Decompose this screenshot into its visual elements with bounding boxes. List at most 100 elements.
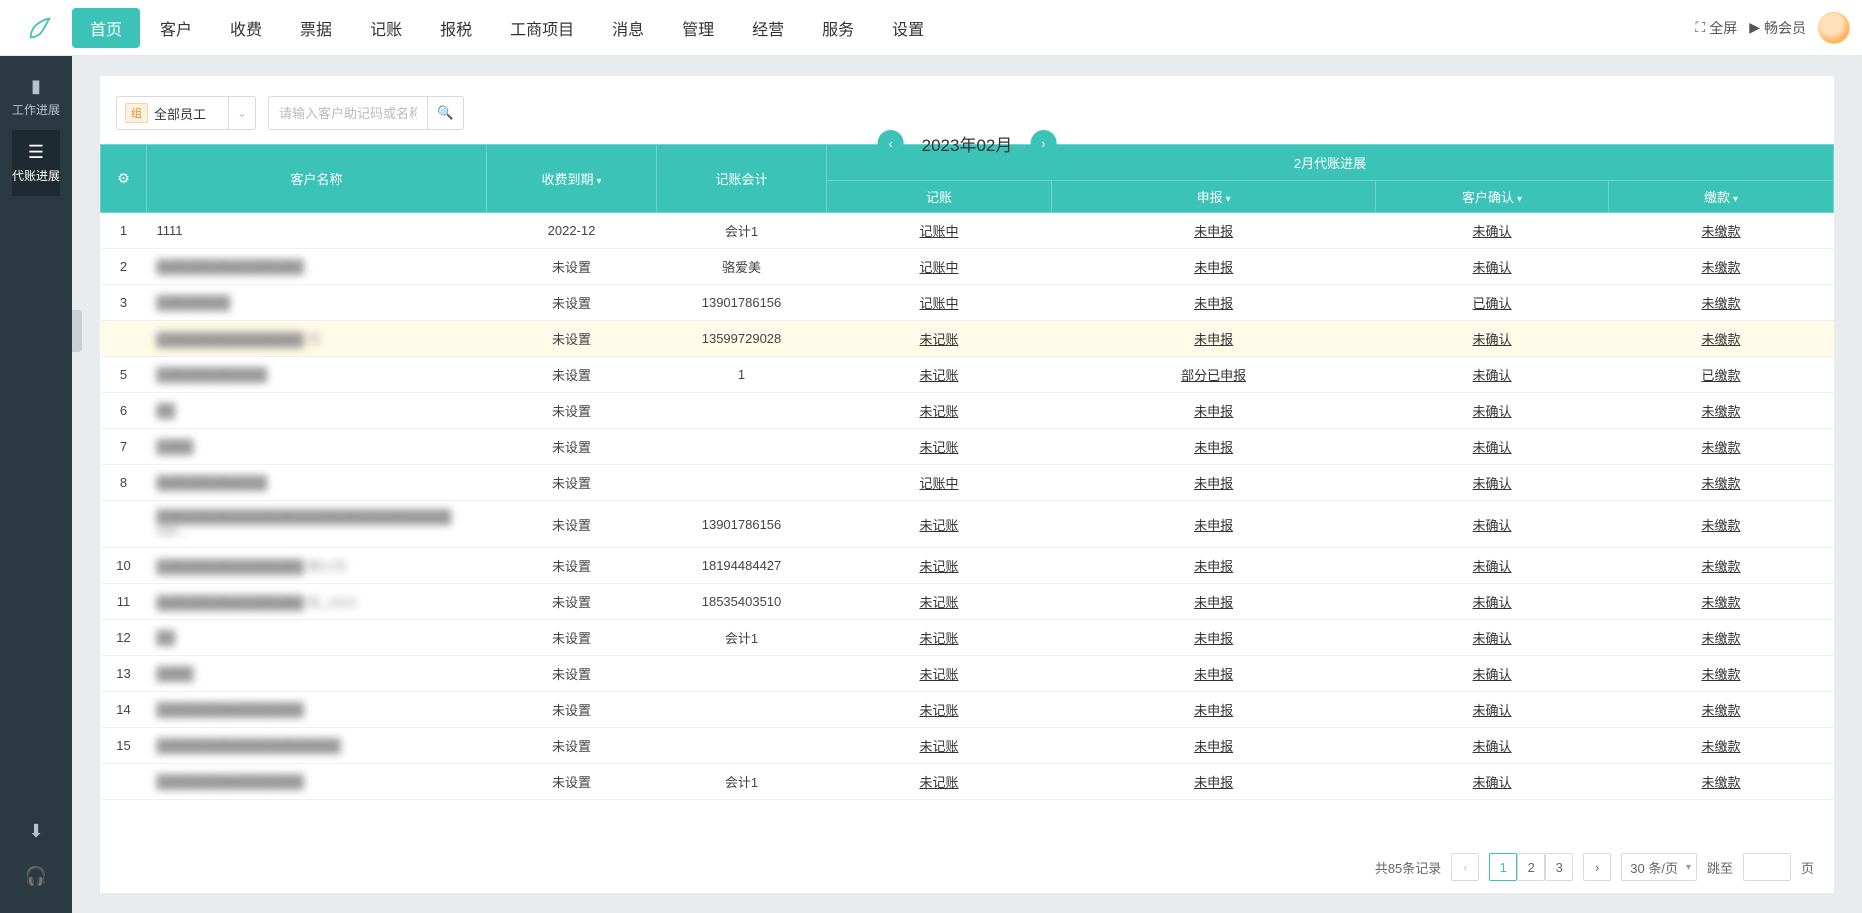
cell-confirm[interactable]: 未确认 <box>1376 249 1609 285</box>
cell-bookkeeping[interactable]: 未记账 <box>827 692 1052 728</box>
cell-bookkeeping[interactable]: 记账中 <box>827 213 1052 249</box>
cell-declare[interactable]: 未申报 <box>1052 548 1376 584</box>
cell-bookkeeping[interactable]: 未记账 <box>827 764 1052 800</box>
nav-item-9[interactable]: 经营 <box>734 8 802 48</box>
col-due[interactable]: 收费到期▾ <box>487 145 657 213</box>
user-avatar[interactable] <box>1818 12 1850 44</box>
cell-bookkeeping[interactable]: 未记账 <box>827 501 1052 548</box>
cell-confirm[interactable]: 未确认 <box>1376 429 1609 465</box>
col-declare[interactable]: 申报▾ <box>1052 181 1376 213</box>
cell-name[interactable]: ████████████████ 司 <box>147 321 487 357</box>
col-payment[interactable]: 缴款▾ <box>1608 181 1833 213</box>
prev-month-button[interactable]: ‹ <box>878 130 904 156</box>
cell-confirm[interactable]: 已确认 <box>1376 285 1609 321</box>
table-row[interactable]: ████████████████ 司未设置13599729028未记账未申报未确… <box>101 321 1834 357</box>
cell-confirm[interactable]: 未确认 <box>1376 620 1609 656</box>
cell-declare[interactable]: 未申报 <box>1052 692 1376 728</box>
cell-name[interactable]: 1111 <box>147 213 487 249</box>
cell-payment[interactable]: 未缴款 <box>1608 584 1833 620</box>
cell-payment[interactable]: 未缴款 <box>1608 692 1833 728</box>
sidebar-item-1[interactable]: ☰代账进展 <box>12 130 60 196</box>
cell-bookkeeping[interactable]: 未记账 <box>827 584 1052 620</box>
table-row[interactable]: 15████████████████████未设置未记账未申报未确认未缴款 <box>101 728 1834 764</box>
cell-name[interactable]: ████████████████████████████████ 085… <box>147 501 487 548</box>
next-month-button[interactable]: › <box>1030 130 1056 156</box>
col-confirm[interactable]: 客户确认▾ <box>1376 181 1609 213</box>
col-accountant[interactable]: 记账会计 <box>657 145 827 213</box>
cell-declare[interactable]: 未申报 <box>1052 501 1376 548</box>
cell-name[interactable]: ████ <box>147 656 487 692</box>
page-number-2[interactable]: 2 <box>1517 853 1545 881</box>
cell-bookkeeping[interactable]: 未记账 <box>827 656 1052 692</box>
cell-payment[interactable]: 未缴款 <box>1608 728 1833 764</box>
nav-item-11[interactable]: 设置 <box>874 8 942 48</box>
table-row[interactable]: 3████████未设置13901786156记账中未申报已确认未缴款 <box>101 285 1834 321</box>
sidebar-item-0[interactable]: ▮工作进展 <box>12 64 60 130</box>
cell-name[interactable]: ████████████████ <box>147 692 487 728</box>
cell-payment[interactable]: 未缴款 <box>1608 656 1833 692</box>
cell-confirm[interactable]: 未确认 <box>1376 357 1609 393</box>
cell-declare[interactable]: 未申报 <box>1052 620 1376 656</box>
table-row[interactable]: ████████████████████████████████ 085…未设置… <box>101 501 1834 548</box>
table-row[interactable]: 14████████████████未设置未记账未申报未确认未缴款 <box>101 692 1834 728</box>
cell-name[interactable]: ████████████████ 校_2022 <box>147 584 487 620</box>
cell-bookkeeping[interactable]: 记账中 <box>827 249 1052 285</box>
page-size-select[interactable]: 30 条/页 <box>1621 853 1697 881</box>
table-row[interactable]: 7████未设置未记账未申报未确认未缴款 <box>101 429 1834 465</box>
cell-declare[interactable]: 未申报 <box>1052 465 1376 501</box>
table-row[interactable]: 10████████████████ 限公司未设置18194484427未记账未… <box>101 548 1834 584</box>
cell-name[interactable]: ████████████████████ <box>147 728 487 764</box>
cell-bookkeeping[interactable]: 未记账 <box>827 728 1052 764</box>
search-input[interactable] <box>268 96 428 130</box>
nav-item-2[interactable]: 收费 <box>212 8 280 48</box>
cell-payment[interactable]: 未缴款 <box>1608 764 1833 800</box>
cell-bookkeeping[interactable]: 未记账 <box>827 321 1052 357</box>
table-row[interactable]: 2████████████████未设置骆爱美记账中未申报未确认未缴款 <box>101 249 1834 285</box>
table-row[interactable]: 13████未设置未记账未申报未确认未缴款 <box>101 656 1834 692</box>
cell-bookkeeping[interactable]: 未记账 <box>827 620 1052 656</box>
help-button[interactable]: 🎧 <box>0 856 72 901</box>
cell-name[interactable]: ████████ <box>147 285 487 321</box>
cell-bookkeeping[interactable]: 未记账 <box>827 357 1052 393</box>
cell-declare[interactable]: 未申报 <box>1052 656 1376 692</box>
employee-select[interactable]: 组 全部员工 ⌄ <box>116 96 256 130</box>
cell-declare[interactable]: 未申报 <box>1052 728 1376 764</box>
cell-bookkeeping[interactable]: 记账中 <box>827 465 1052 501</box>
table-row[interactable]: 6██未设置未记账未申报未确认未缴款 <box>101 393 1834 429</box>
cell-confirm[interactable]: 未确认 <box>1376 213 1609 249</box>
nav-item-7[interactable]: 消息 <box>594 8 662 48</box>
nav-item-0[interactable]: 首页 <box>72 8 140 48</box>
table-row[interactable]: 11████████████████ 校_2022未设置18535403510未… <box>101 584 1834 620</box>
cell-declare[interactable]: 未申报 <box>1052 429 1376 465</box>
nav-item-1[interactable]: 客户 <box>142 8 210 48</box>
col-settings[interactable]: ⚙ <box>101 145 147 213</box>
table-row[interactable]: ████████████████未设置会计1未记账未申报未确认未缴款 <box>101 764 1834 800</box>
cell-confirm[interactable]: 未确认 <box>1376 764 1609 800</box>
cell-payment[interactable]: 未缴款 <box>1608 321 1833 357</box>
nav-item-6[interactable]: 工商项目 <box>492 8 592 48</box>
nav-item-4[interactable]: 记账 <box>352 8 420 48</box>
cell-payment[interactable]: 未缴款 <box>1608 548 1833 584</box>
cell-name[interactable]: ████████████████ <box>147 249 487 285</box>
table-row[interactable]: 5████████████未设置1未记账部分已申报未确认已缴款 <box>101 357 1834 393</box>
cell-declare[interactable]: 未申报 <box>1052 393 1376 429</box>
table-row[interactable]: 111112022-12会计1记账中未申报未确认未缴款 <box>101 213 1834 249</box>
cell-payment[interactable]: 未缴款 <box>1608 393 1833 429</box>
cell-bookkeeping[interactable]: 未记账 <box>827 393 1052 429</box>
cell-name[interactable]: ████████████ <box>147 357 487 393</box>
col-bookkeeping[interactable]: 记账 <box>827 181 1052 213</box>
cell-payment[interactable]: 未缴款 <box>1608 501 1833 548</box>
page-number-1[interactable]: 1 <box>1489 853 1517 881</box>
cell-confirm[interactable]: 未确认 <box>1376 728 1609 764</box>
nav-item-3[interactable]: 票据 <box>282 8 350 48</box>
table-row[interactable]: 8████████████未设置记账中未申报未确认未缴款 <box>101 465 1834 501</box>
cell-declare[interactable]: 未申报 <box>1052 764 1376 800</box>
cell-declare[interactable]: 未申报 <box>1052 249 1376 285</box>
cell-bookkeeping[interactable]: 未记账 <box>827 429 1052 465</box>
nav-item-10[interactable]: 服务 <box>804 8 872 48</box>
cell-payment[interactable]: 未缴款 <box>1608 285 1833 321</box>
cell-declare[interactable]: 部分已申报 <box>1052 357 1376 393</box>
cell-declare[interactable]: 未申报 <box>1052 584 1376 620</box>
nav-item-5[interactable]: 报税 <box>422 8 490 48</box>
cell-confirm[interactable]: 未确认 <box>1376 321 1609 357</box>
